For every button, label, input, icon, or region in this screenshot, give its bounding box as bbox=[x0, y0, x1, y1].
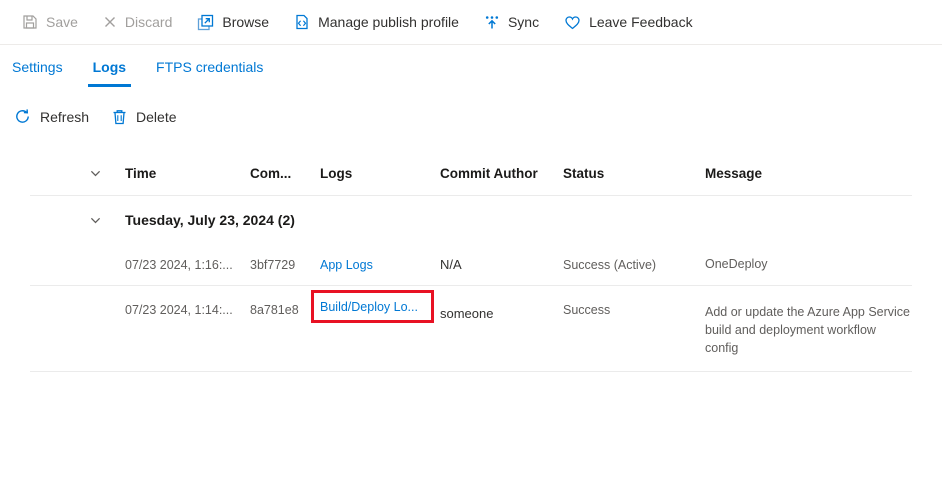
discard-icon bbox=[103, 15, 117, 29]
refresh-label: Refresh bbox=[40, 108, 90, 125]
browse-label: Browse bbox=[222, 14, 270, 30]
app-logs-link[interactable]: App Logs bbox=[320, 258, 373, 272]
sync-button[interactable]: Sync bbox=[484, 14, 539, 30]
leave-feedback-button[interactable]: Leave Feedback bbox=[564, 14, 693, 31]
sync-label: Sync bbox=[507, 14, 540, 30]
table-header-row: Time Com... Logs Commit Author Status Me… bbox=[30, 152, 912, 196]
column-header-time[interactable]: Time bbox=[125, 166, 250, 181]
column-header-status[interactable]: Status bbox=[563, 166, 705, 181]
chevron-down-icon bbox=[88, 166, 125, 181]
commit-author-cell: someone bbox=[440, 306, 494, 321]
commit-author-cell: N/A bbox=[440, 257, 462, 272]
column-header-message[interactable]: Message bbox=[705, 166, 912, 181]
browse-button[interactable]: Browse bbox=[197, 14, 269, 31]
refresh-icon bbox=[14, 108, 31, 125]
save-button: Save bbox=[22, 14, 78, 30]
chevron-down-icon bbox=[88, 213, 125, 228]
tab-bar: Settings Logs FTPS credentials bbox=[0, 45, 942, 87]
discard-button: Discard bbox=[103, 14, 172, 30]
logs-cell: App Logs bbox=[320, 258, 440, 272]
command-bar: Save Discard Browse Manage publish profi… bbox=[0, 0, 942, 45]
refresh-button[interactable]: Refresh bbox=[14, 108, 89, 125]
save-label: Save bbox=[46, 14, 78, 30]
browse-external-icon bbox=[197, 14, 214, 31]
deployment-logs-table: Time Com... Logs Commit Author Status Me… bbox=[30, 152, 912, 373]
logs-command-bar: Refresh Delete bbox=[0, 108, 942, 125]
message-cell: OneDeploy bbox=[705, 257, 768, 272]
row-spacer bbox=[30, 286, 125, 303]
highlight-box: Build/Deploy Lo... bbox=[311, 290, 434, 323]
trash-icon bbox=[112, 109, 127, 125]
tab-logs[interactable]: Logs bbox=[87, 59, 132, 87]
collapse-all-button[interactable] bbox=[30, 166, 125, 181]
manage-publish-profile-button[interactable]: Manage publish profile bbox=[294, 14, 459, 30]
manage-publish-profile-label: Manage publish profile bbox=[318, 14, 459, 30]
column-header-commit[interactable]: Com... bbox=[250, 166, 320, 181]
logs-cell: Build/Deploy Lo... bbox=[311, 286, 440, 323]
commit-id-cell: 8a781e8 bbox=[250, 303, 299, 317]
publish-profile-icon bbox=[294, 14, 310, 30]
group-collapse-button[interactable] bbox=[30, 213, 125, 228]
status-cell: Success (Active) bbox=[563, 257, 657, 272]
sync-icon bbox=[484, 14, 500, 30]
time-cell: 07/23 2024, 1:16:... bbox=[125, 257, 233, 272]
message-cell: Add or update the Azure App Service buil… bbox=[705, 305, 910, 356]
commit-id-cell: 3bf7729 bbox=[250, 257, 296, 272]
heart-icon bbox=[564, 14, 581, 31]
column-header-logs[interactable]: Logs bbox=[320, 166, 440, 181]
tab-ftps-credentials[interactable]: FTPS credentials bbox=[151, 59, 268, 87]
date-group-label: Tuesday, July 23, 2024 (2) bbox=[125, 212, 295, 228]
time-cell: 07/23 2024, 1:14:... bbox=[125, 303, 233, 317]
discard-label: Discard bbox=[124, 14, 173, 30]
status-cell: Success bbox=[563, 303, 611, 317]
table-row[interactable]: 07/23 2024, 1:14:... 8a781e8 Build/Deplo… bbox=[30, 286, 912, 373]
column-header-commit-author[interactable]: Commit Author bbox=[440, 166, 563, 181]
table-row[interactable]: 07/23 2024, 1:16:... 3bf7729 App Logs N/… bbox=[30, 244, 912, 286]
date-group-row: Tuesday, July 23, 2024 (2) bbox=[30, 196, 912, 244]
build-deploy-logs-link[interactable]: Build/Deploy Lo... bbox=[320, 300, 418, 314]
delete-label: Delete bbox=[136, 108, 177, 125]
delete-button[interactable]: Delete bbox=[112, 108, 177, 125]
leave-feedback-label: Leave Feedback bbox=[589, 14, 693, 30]
tab-settings[interactable]: Settings bbox=[7, 59, 68, 87]
save-icon bbox=[22, 14, 38, 30]
